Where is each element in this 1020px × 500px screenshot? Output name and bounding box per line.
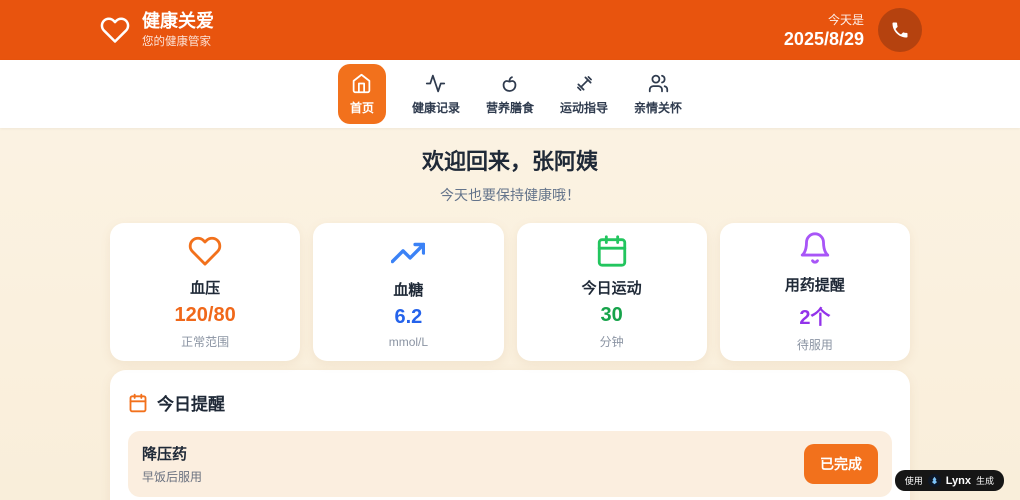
stat-value: 120/80 — [174, 304, 236, 326]
stat-cards-row: 血压 120/80 正常范围 血糖 6.2 mmol/L 今日运动 30 分钟 … — [110, 223, 910, 361]
nav-label: 亲情关怀 — [634, 100, 683, 115]
reminder-time: 早饭后服用 — [142, 470, 203, 484]
stat-label: 血糖 — [393, 281, 424, 299]
stat-value: 6.2 — [394, 305, 423, 328]
trend-up-icon — [391, 236, 426, 270]
heart-icon — [188, 234, 222, 268]
dumbbell-icon — [574, 73, 595, 94]
app-title: 健康关爱 — [142, 10, 214, 31]
nav-item-family-care[interactable]: 亲情关怀 — [634, 73, 682, 116]
stat-card-exercise[interactable]: 今日运动 30 分钟 — [516, 223, 707, 361]
date-display: 今天是 2025/8/29 — [784, 11, 864, 50]
panel-title: 今日提醒 — [157, 395, 225, 414]
nav-label: 健康记录 — [411, 100, 460, 115]
reminder-info: 降压药 早饭后服用 — [142, 443, 202, 485]
nav-label: 运动指导 — [560, 100, 609, 115]
phone-icon — [890, 20, 910, 40]
today-reminders-panel: 今日提醒 降压药 早饭后服用 已完成 — [110, 370, 910, 500]
stat-unit: 正常范围 — [181, 335, 230, 349]
reminder-done-button[interactable]: 已完成 — [804, 444, 878, 484]
phone-call-button[interactable] — [878, 8, 922, 52]
reminder-row: 降压药 早饭后服用 已完成 — [128, 431, 892, 497]
main-nav: 首页 健康记录 营养膳食 运动指导 亲情关怀 — [0, 60, 1020, 128]
nav-label: 营养膳食 — [485, 100, 534, 115]
stat-label: 血压 — [190, 280, 221, 297]
stat-card-blood-pressure[interactable]: 血压 120/80 正常范围 — [110, 223, 301, 361]
badge-prefix: 使用 — [904, 476, 923, 486]
people-icon — [648, 73, 669, 94]
date-label: 今天是 — [827, 12, 864, 27]
badge-brand: Lynx — [945, 474, 971, 487]
stat-card-blood-sugar[interactable]: 血糖 6.2 mmol/L — [313, 223, 504, 361]
nav-item-home[interactable]: 首页 — [337, 64, 386, 124]
header-right: 今天是 2025/8/29 — [784, 8, 922, 52]
reminder-name: 降压药 — [142, 446, 188, 463]
calendar-icon — [128, 393, 148, 413]
badge-suffix: 生成 — [975, 476, 994, 486]
nav-item-health-records[interactable]: 健康记录 — [412, 73, 460, 116]
panel-header: 今日提醒 — [128, 390, 892, 415]
stat-card-medication[interactable]: 用药提醒 2个 待服用 — [719, 223, 910, 361]
nav-label: 首页 — [349, 101, 374, 115]
stat-label: 用药提醒 — [784, 277, 845, 294]
bell-icon — [798, 231, 832, 265]
app-titles: 健康关爱 您的健康管家 — [142, 11, 214, 50]
home-icon — [351, 73, 372, 94]
stat-value: 2个 — [799, 307, 831, 329]
app-logo-heart-icon — [100, 15, 130, 45]
stat-unit: 分钟 — [599, 335, 624, 349]
date-value: 2025/8/29 — [783, 28, 864, 49]
welcome-subtitle: 今天也要保持健康哦！ — [440, 187, 580, 203]
app-root: 健康关爱 您的健康管家 今天是 2025/8/29 首页 健康记录 营养膳食 运… — [0, 0, 1020, 500]
main-content: 欢迎回来，张阿姨 今天也要保持健康哦！ 血压 120/80 正常范围 血糖 6.… — [0, 128, 1020, 500]
pulse-icon — [425, 73, 446, 94]
stat-unit: mmol/L — [388, 334, 429, 349]
stat-unit: 待服用 — [796, 338, 833, 352]
apple-icon — [499, 73, 520, 94]
welcome-title: 欢迎回来，张阿姨 — [421, 149, 598, 174]
header: 健康关爱 您的健康管家 今天是 2025/8/29 — [0, 0, 1020, 60]
lynx-logo-icon — [927, 474, 941, 487]
stat-label: 今日运动 — [581, 280, 642, 297]
nav-item-exercise[interactable]: 运动指导 — [560, 73, 608, 116]
lynx-generated-badge[interactable]: 使用 Lynx 生成 — [894, 470, 1004, 491]
calendar-icon — [595, 234, 629, 268]
stat-value: 30 — [600, 304, 623, 326]
app-subtitle: 您的健康管家 — [142, 36, 211, 49]
nav-item-nutrition[interactable]: 营养膳食 — [486, 73, 534, 116]
